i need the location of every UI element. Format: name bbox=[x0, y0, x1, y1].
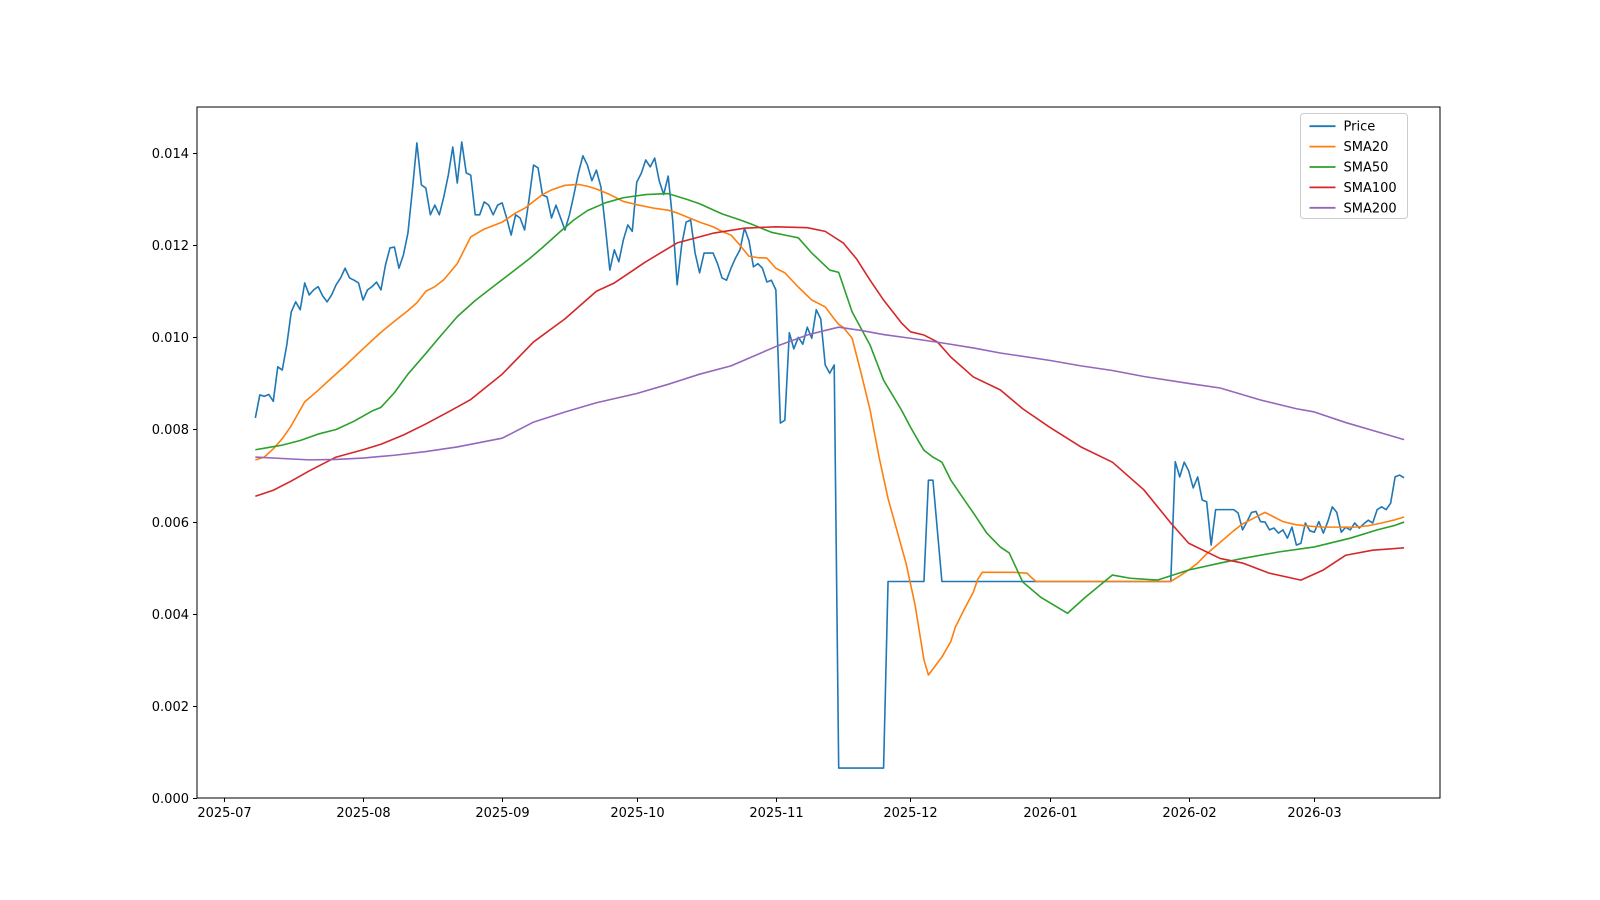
legend-label-price: Price bbox=[1344, 120, 1376, 135]
x-tick-label: 2025-08 bbox=[336, 806, 390, 821]
x-tick-label: 2025-11 bbox=[749, 806, 803, 821]
y-tick-label: 0.000 bbox=[152, 792, 189, 807]
legend-label-sma200: SMA200 bbox=[1344, 201, 1397, 216]
x-tick-label: 2025-07 bbox=[197, 806, 251, 821]
y-tick-label: 0.010 bbox=[152, 331, 189, 346]
x-tick-label: 2025-09 bbox=[475, 806, 529, 821]
y-tick-label: 0.012 bbox=[152, 239, 189, 254]
legend-label-sma100: SMA100 bbox=[1344, 181, 1397, 196]
y-tick-label: 0.014 bbox=[152, 147, 189, 162]
legend-label-sma50: SMA50 bbox=[1344, 161, 1389, 176]
x-tick-label: 2025-12 bbox=[883, 806, 937, 821]
x-tick-label: 2025-10 bbox=[610, 806, 664, 821]
x-tick-label: 2026-02 bbox=[1162, 806, 1216, 821]
y-tick-label: 0.006 bbox=[152, 516, 189, 531]
y-tick-label: 0.008 bbox=[152, 423, 189, 438]
x-tick-label: 2026-01 bbox=[1023, 806, 1077, 821]
chart-canvas: 2025-07 2025-08 2025-09 2025-10 2025-11 2025-… bbox=[0, 0, 1600, 900]
legend-label-sma20: SMA20 bbox=[1344, 140, 1389, 155]
y-tick-label: 0.004 bbox=[152, 608, 189, 623]
x-tick-label: 2026-03 bbox=[1287, 806, 1341, 821]
y-tick-label: 0.002 bbox=[152, 700, 189, 715]
figure: 2025-07 2025-08 2025-09 2025-10 2025-11 2025-… bbox=[0, 0, 1600, 900]
